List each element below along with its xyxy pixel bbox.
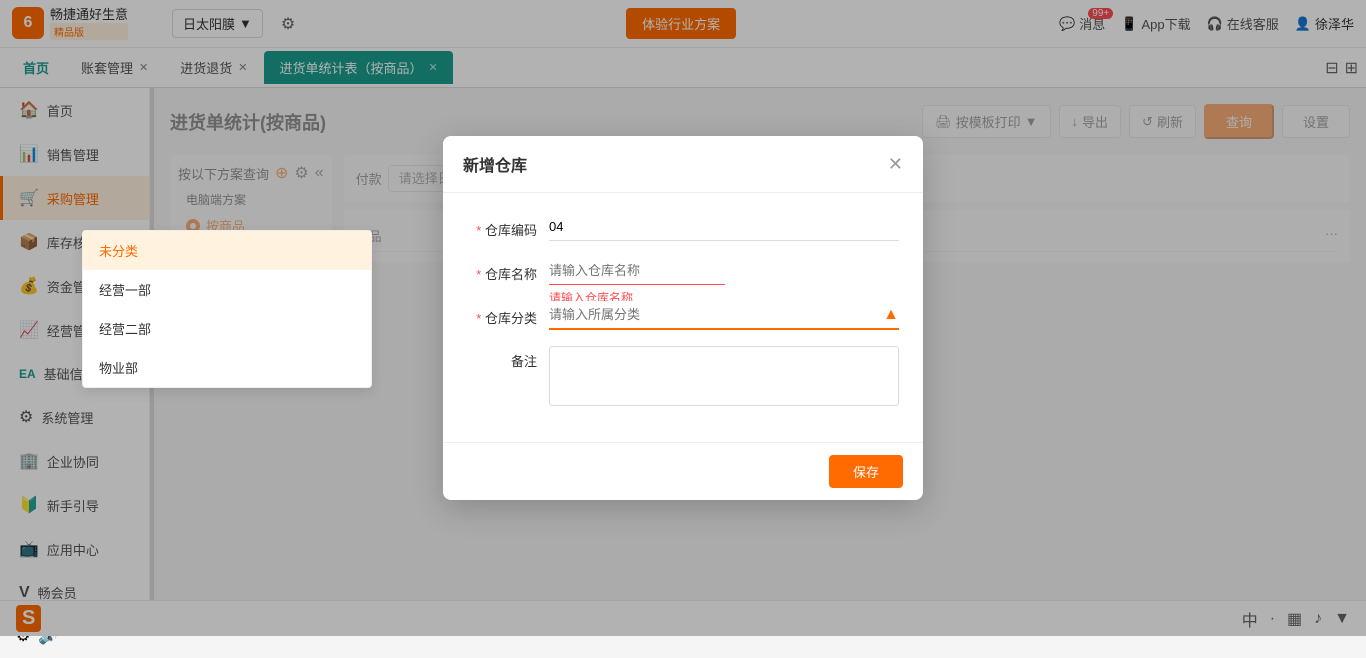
modal-footer: 保存 — [443, 442, 923, 500]
dropdown-item-dept1[interactable]: 经营一部 — [83, 270, 371, 309]
warehouse-name-row: * 仓库名称 请输入仓库名称 — [467, 257, 899, 285]
category-select-wrap: ▲ — [549, 301, 899, 330]
category-dropdown-menu: 未分类 经营一部 经营二部 物业部 — [82, 230, 372, 388]
dropdown-item-dept2[interactable]: 经营二部 — [83, 309, 371, 348]
modal-title: 新增仓库 — [463, 152, 527, 176]
dropdown-item-dept3[interactable]: 物业部 — [83, 348, 371, 387]
warehouse-code-row: * 仓库编码 — [467, 213, 899, 241]
save-button[interactable]: 保存 — [829, 455, 903, 488]
new-warehouse-modal: 新增仓库 ✕ * 仓库编码 * 仓库名称 请输入仓库名称 * — [443, 136, 923, 500]
category-input[interactable] — [549, 301, 883, 328]
modal-header: 新增仓库 ✕ — [443, 136, 923, 193]
modal-body: * 仓库编码 * 仓库名称 请输入仓库名称 * 仓库分类 — [443, 193, 923, 442]
category-dropdown-arrow[interactable]: ▲ — [883, 306, 899, 324]
warehouse-category-row: * 仓库分类 ▲ — [467, 301, 899, 330]
warehouse-code-input[interactable] — [549, 213, 899, 241]
note-row: 备注 — [467, 346, 899, 406]
warehouse-name-input[interactable] — [549, 257, 725, 285]
dropdown-item-uncategorized[interactable]: 未分类 — [83, 231, 371, 270]
modal-close-button[interactable]: ✕ — [888, 154, 903, 175]
note-textarea[interactable] — [549, 346, 899, 406]
